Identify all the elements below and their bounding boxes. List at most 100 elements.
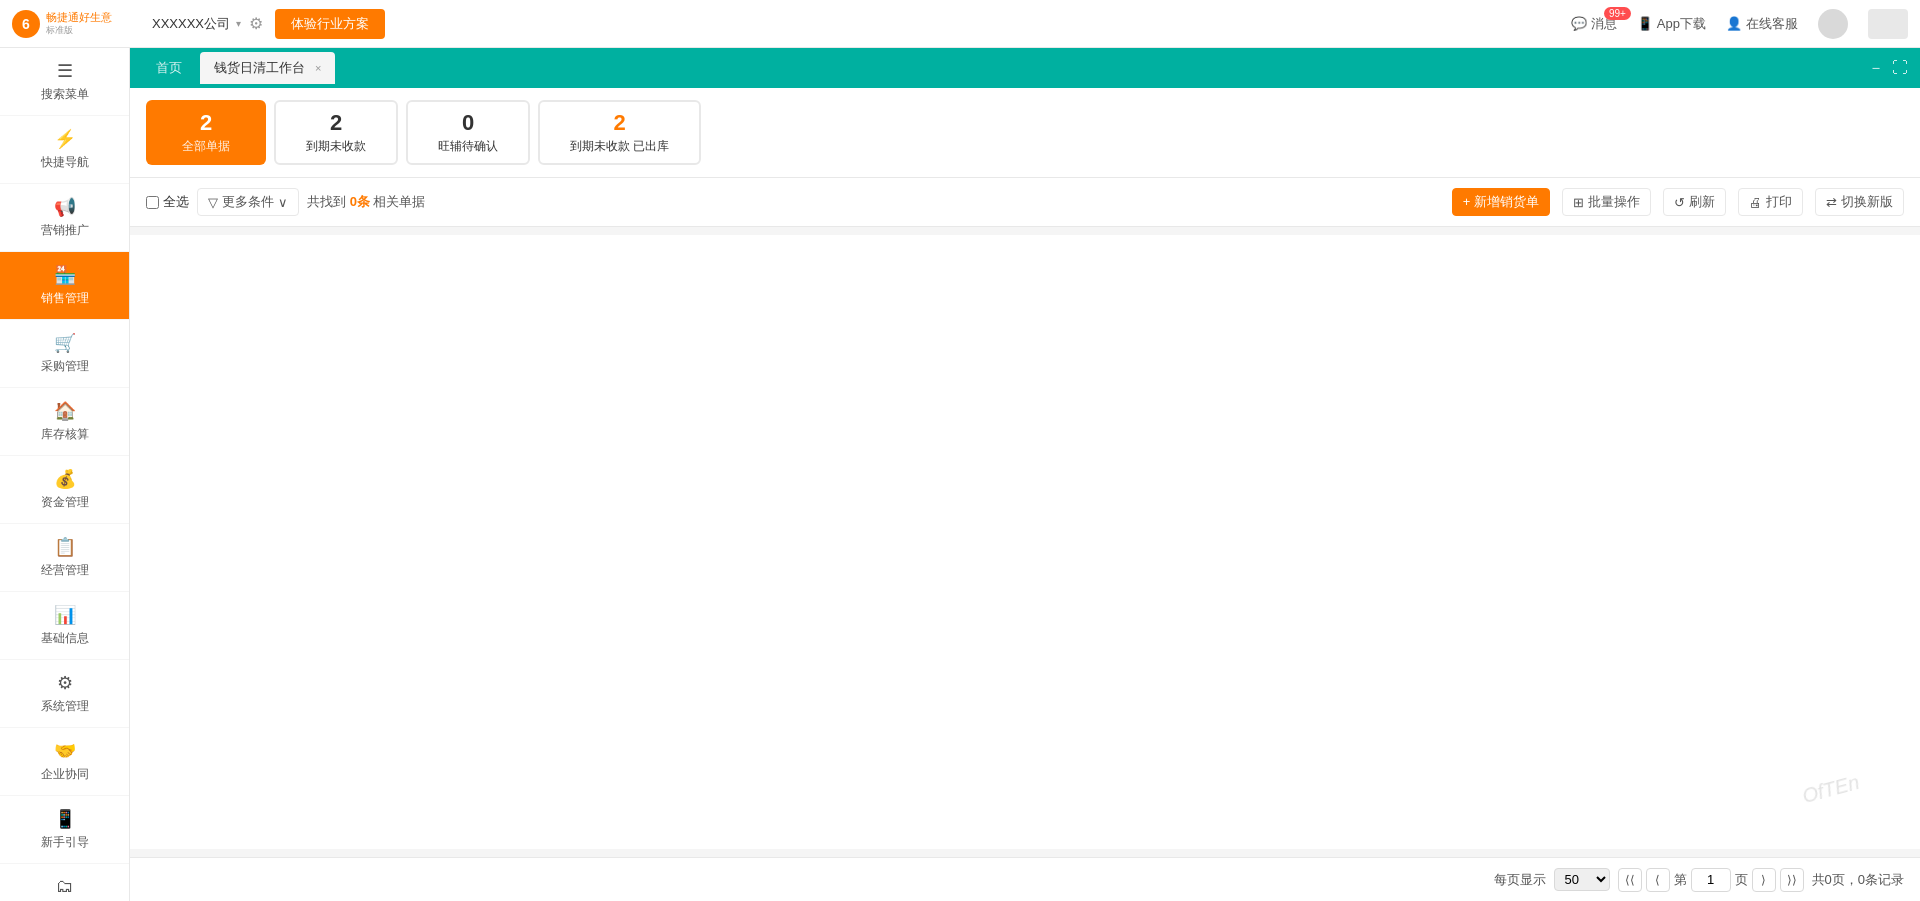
message-action[interactable]: 💬 消息 99+ xyxy=(1571,15,1617,33)
online-service-action[interactable]: 👤 在线客服 xyxy=(1726,15,1798,33)
refresh-label: 刷新 xyxy=(1689,193,1715,211)
sidebar-item-system[interactable]: ⚙ 系统管理 xyxy=(0,660,129,728)
app-download-action[interactable]: 📱 App下载 xyxy=(1637,15,1706,33)
main-layout: ☰ 搜索菜单 ⚡ 快捷导航 📢 营销推广 🏪 销售管理 🛒 采购管理 🏠 库存核… xyxy=(0,48,1920,901)
toolbar-left: 全选 ▽ 更多条件 ∨ 共找到 0条 相关单据 xyxy=(146,188,425,216)
stat-label-2: 旺辅待确认 xyxy=(438,138,498,155)
stats-row: 2 全部单据 2 到期未收款 0 旺辅待确认 2 到期未收款 已出库 xyxy=(130,88,1920,178)
stat-label-1: 到期未收款 xyxy=(306,138,366,155)
app-center-icon: 🗂 xyxy=(56,876,74,897)
purchase-label: 采购管理 xyxy=(41,358,89,375)
tab-bar-actions: － ⛶ xyxy=(1868,58,1908,79)
new-order-button[interactable]: + 新增销货单 xyxy=(1452,188,1550,216)
stat-label-0: 全部单据 xyxy=(182,138,230,155)
marketing-label: 营销推广 xyxy=(41,222,89,239)
tab-bar: 首页 钱货日清工作台 × － ⛶ xyxy=(130,48,1920,88)
avatar-extra[interactable] xyxy=(1868,9,1908,39)
sidebar-item-operations[interactable]: 📋 经营管理 xyxy=(0,524,129,592)
tab-workbench[interactable]: 钱货日清工作台 × xyxy=(200,52,335,84)
select-all-input[interactable] xyxy=(146,196,159,209)
tab-minimize-icon[interactable]: － xyxy=(1868,58,1884,79)
logo-text-line2: 标准版 xyxy=(46,24,112,37)
page-next-button[interactable]: ⟩ xyxy=(1752,868,1776,892)
message-icon: 💬 xyxy=(1571,16,1587,31)
app-download-label: App下载 xyxy=(1657,15,1706,33)
system-icon: ⚙ xyxy=(57,672,73,694)
switch-icon: ⇄ xyxy=(1826,195,1837,210)
page-last-button[interactable]: ⟩⟩ xyxy=(1780,868,1804,892)
sidebar-item-purchase[interactable]: 🛒 采购管理 xyxy=(0,320,129,388)
sidebar-item-finance[interactable]: 💰 资金管理 xyxy=(0,456,129,524)
filter-label: 更多条件 xyxy=(222,193,274,211)
select-all-checkbox[interactable]: 全选 xyxy=(146,193,189,211)
select-all-label: 全选 xyxy=(163,193,189,211)
message-badge: 99+ xyxy=(1604,7,1631,20)
found-prefix: 共找到 xyxy=(307,194,346,209)
refresh-icon: ↺ xyxy=(1674,195,1685,210)
stat-card-3[interactable]: 2 到期未收款 已出库 xyxy=(538,100,701,165)
sidebar-item-sales[interactable]: 🏪 销售管理 xyxy=(0,252,129,320)
tab-maximize-icon[interactable]: ⛶ xyxy=(1892,59,1908,77)
enterprise-icon: 🤝 xyxy=(54,740,76,762)
tab-home[interactable]: 首页 xyxy=(142,52,196,84)
logo-icon: 6 xyxy=(12,10,40,38)
trial-button[interactable]: 体验行业方案 xyxy=(275,9,385,39)
sidebar: ☰ 搜索菜单 ⚡ 快捷导航 📢 营销推广 🏪 销售管理 🛒 采购管理 🏠 库存核… xyxy=(0,48,130,901)
stat-card-0[interactable]: 2 全部单据 xyxy=(146,100,266,165)
page-label-end: 页 xyxy=(1735,871,1748,889)
table-area xyxy=(130,235,1920,849)
batch-label: 批量操作 xyxy=(1588,193,1640,211)
stat-number-2: 0 xyxy=(462,110,474,136)
service-icon: 👤 xyxy=(1726,16,1742,31)
settings-icon[interactable]: ⚙ xyxy=(249,14,263,33)
operations-icon: 📋 xyxy=(54,536,76,558)
inventory-icon: 🏠 xyxy=(54,400,76,422)
sidebar-item-app-center[interactable]: 🗂 应用中心 xyxy=(0,864,129,901)
stat-card-1[interactable]: 2 到期未收款 xyxy=(274,100,398,165)
filter-button[interactable]: ▽ 更多条件 ∨ xyxy=(197,188,299,216)
stat-label-3: 到期未收款 已出库 xyxy=(570,138,669,155)
page-size-select[interactable]: 50 100 200 xyxy=(1554,868,1610,891)
related-label: 相关单据 xyxy=(373,194,425,209)
logo-area: 6 畅捷通好生意 标准版 xyxy=(12,10,142,38)
avatar[interactable] xyxy=(1818,9,1848,39)
stat-number-1: 2 xyxy=(330,110,342,136)
stat-card-2[interactable]: 0 旺辅待确认 xyxy=(406,100,530,165)
switch-version-button[interactable]: ⇄ 切换新版 xyxy=(1815,188,1904,216)
page-input[interactable] xyxy=(1691,868,1731,892)
switch-label: 切换新版 xyxy=(1841,193,1893,211)
page-size-label: 每页显示 xyxy=(1494,871,1546,889)
guide-icon: 📱 xyxy=(54,808,76,830)
toolbar-right: + 新增销货单 ⊞ 批量操作 ↺ 刷新 🖨 打印 ⇄ xyxy=(1452,188,1904,216)
sidebar-item-base-info[interactable]: 📊 基础信息 xyxy=(0,592,129,660)
inventory-label: 库存核算 xyxy=(41,426,89,443)
top-header: 6 畅捷通好生意 标准版 XXXXXX公司 ▾ ⚙ 体验行业方案 💬 消息 99… xyxy=(0,0,1920,48)
sidebar-item-enterprise[interactable]: 🤝 企业协同 xyxy=(0,728,129,796)
batch-icon: ⊞ xyxy=(1573,195,1584,210)
stat-number-0: 2 xyxy=(200,110,212,136)
sidebar-item-guide[interactable]: 📱 新手引导 xyxy=(0,796,129,864)
sidebar-item-marketing[interactable]: 📢 营销推广 xyxy=(0,184,129,252)
quick-nav-icon: ⚡ xyxy=(54,128,76,150)
base-info-icon: 📊 xyxy=(54,604,76,626)
sidebar-item-quick-nav[interactable]: ⚡ 快捷导航 xyxy=(0,116,129,184)
company-name: XXXXXX公司 xyxy=(152,15,230,33)
batch-operation-button[interactable]: ⊞ 批量操作 xyxy=(1562,188,1651,216)
tab-close-icon[interactable]: × xyxy=(315,62,321,74)
guide-label: 新手引导 xyxy=(41,834,89,851)
page-prev-button[interactable]: ⟨ xyxy=(1646,868,1670,892)
right-panel: 首页 钱货日清工作台 × － ⛶ 2 全部单据 2 到期未收款 0 旺辅待确认 xyxy=(130,48,1920,901)
sidebar-item-search[interactable]: ☰ 搜索菜单 xyxy=(0,48,129,116)
total-text: 共0页，0条记录 xyxy=(1812,871,1904,889)
print-label: 打印 xyxy=(1766,193,1792,211)
refresh-button[interactable]: ↺ 刷新 xyxy=(1663,188,1726,216)
print-button[interactable]: 🖨 打印 xyxy=(1738,188,1803,216)
stat-number-3: 2 xyxy=(614,110,626,136)
download-icon: 📱 xyxy=(1637,16,1653,31)
company-selector[interactable]: XXXXXX公司 ▾ xyxy=(152,15,241,33)
finance-icon: 💰 xyxy=(54,468,76,490)
search-icon: ☰ xyxy=(57,60,73,82)
sidebar-item-inventory[interactable]: 🏠 库存核算 xyxy=(0,388,129,456)
tab-home-label: 首页 xyxy=(156,59,182,77)
page-first-button[interactable]: ⟨⟨ xyxy=(1618,868,1642,892)
